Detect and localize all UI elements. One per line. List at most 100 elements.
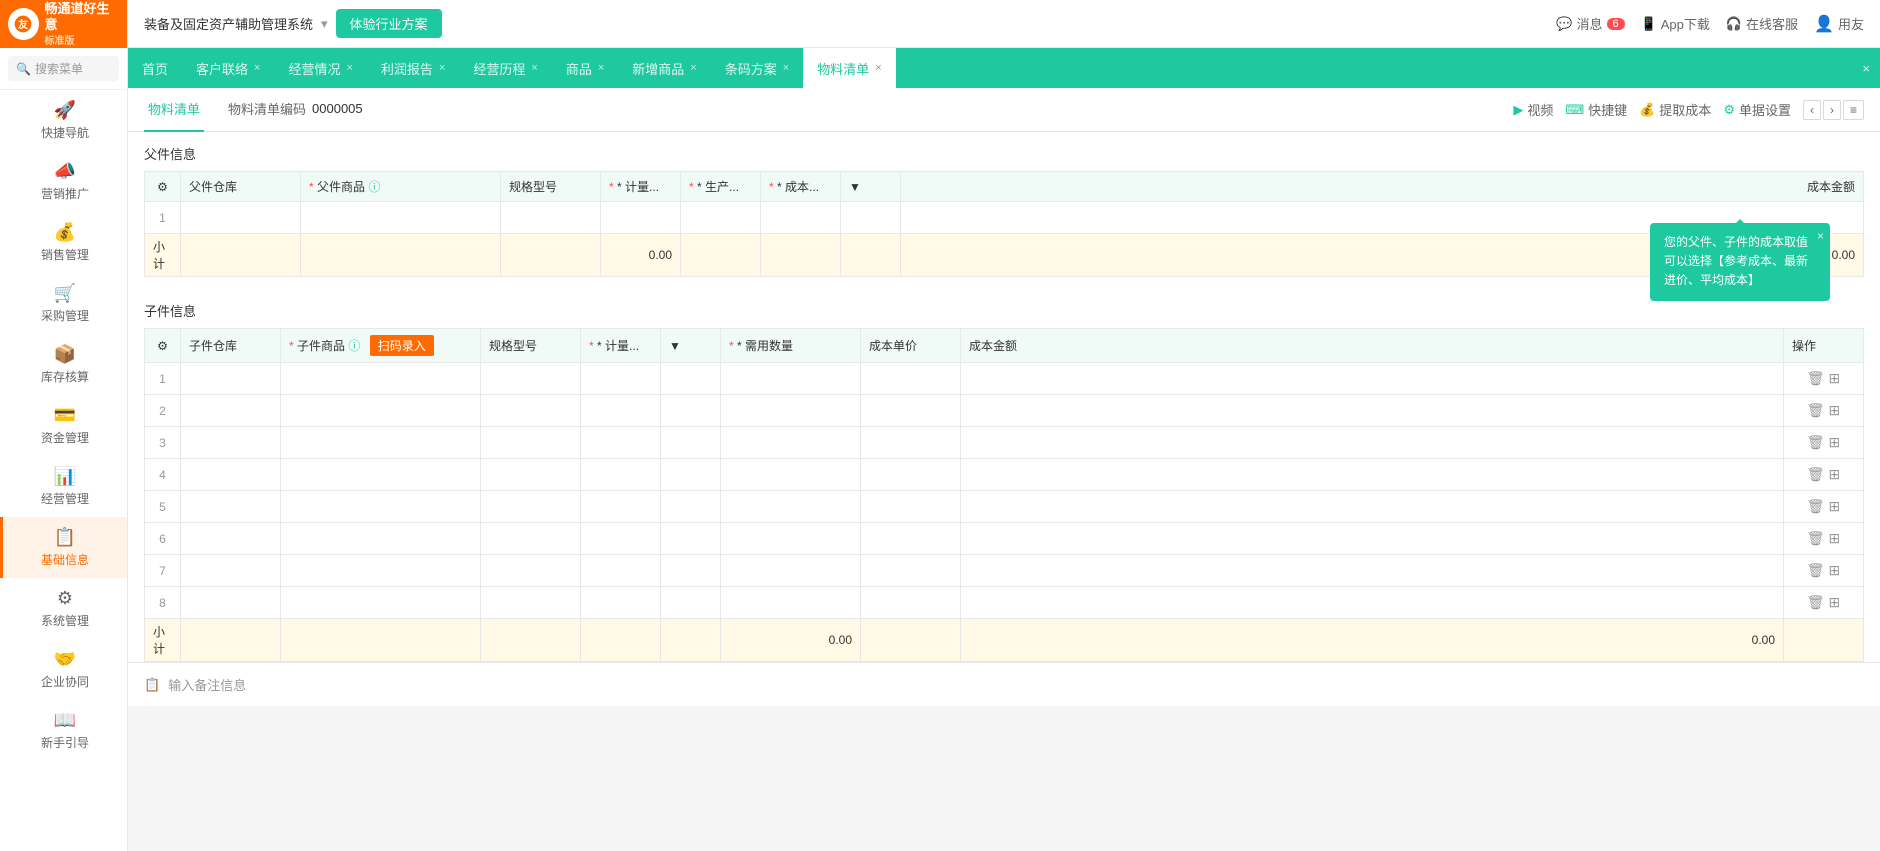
child-row-price[interactable] (861, 363, 961, 395)
child-row-unit[interactable] (581, 427, 661, 459)
tooltip-close-button[interactable]: × (1817, 227, 1824, 246)
child-row-spec[interactable] (481, 555, 581, 587)
child-row-qty[interactable] (721, 427, 861, 459)
child-row-qty[interactable] (721, 555, 861, 587)
child-row-product[interactable] (281, 395, 481, 427)
settings-action[interactable]: ⚙ 单据设置 (1723, 100, 1791, 119)
parent-row-unit[interactable] (601, 202, 681, 234)
child-row-product[interactable] (281, 427, 481, 459)
child-row-unit[interactable] (581, 363, 661, 395)
child-row-spec[interactable] (481, 523, 581, 555)
child-row-spec[interactable] (481, 491, 581, 523)
delete-row-button[interactable]: 🗑 (1807, 530, 1825, 547)
message-button[interactable]: 💬 消息 6 (1556, 14, 1624, 33)
sidebar-item-finance[interactable]: 💳 资金管理 (0, 395, 127, 456)
tab-home[interactable]: 首页 (128, 48, 182, 88)
trial-button[interactable]: 体验行业方案 (336, 9, 442, 38)
copy-row-button[interactable]: ⊞ (1829, 466, 1841, 483)
child-th-settings[interactable]: ⚙ (145, 329, 181, 363)
delete-row-button[interactable]: 🗑 (1807, 562, 1825, 579)
child-row-qty[interactable] (721, 491, 861, 523)
sidebar-item-system[interactable]: ⚙ 系统管理 (0, 578, 127, 639)
parent-row-cost[interactable] (761, 202, 841, 234)
sidebar-item-quicknav[interactable]: 🚀 快捷导航 (0, 90, 127, 151)
child-row-qty[interactable] (721, 523, 861, 555)
tab-barcode[interactable]: 条码方案 × (711, 48, 803, 88)
parent-row-produce[interactable] (681, 202, 761, 234)
sidebar-item-operations[interactable]: 📊 经营管理 (0, 456, 127, 517)
sidebar-item-sales[interactable]: 💰 销售管理 (0, 212, 127, 273)
copy-row-button[interactable]: ⊞ (1829, 402, 1841, 419)
child-row-warehouse[interactable] (181, 459, 281, 491)
child-row-unit[interactable] (581, 523, 661, 555)
child-row-qty[interactable] (721, 395, 861, 427)
parent-th-settings[interactable]: ⚙ (145, 172, 181, 202)
child-row-qty[interactable] (721, 363, 861, 395)
sidebar-item-cooperation[interactable]: 🤝 企业协同 (0, 639, 127, 700)
parent-row-spec[interactable] (501, 202, 601, 234)
copy-row-button[interactable]: ⊞ (1829, 434, 1841, 451)
delete-row-button[interactable]: 🗑 (1807, 594, 1825, 611)
delete-row-button[interactable]: 🗑 (1807, 402, 1825, 419)
online-service-button[interactable]: 🎧 在线客服 (1726, 14, 1798, 33)
child-row-qty[interactable] (721, 459, 861, 491)
child-row-unit[interactable] (581, 395, 661, 427)
menu-button[interactable]: ≡ (1843, 100, 1864, 120)
child-row-spec[interactable] (481, 395, 581, 427)
child-row-price[interactable] (861, 555, 961, 587)
tab-bomlist[interactable]: 物料清单 × (803, 48, 895, 88)
child-row-price[interactable] (861, 459, 961, 491)
tab-profit[interactable]: 利润报告 × (367, 48, 459, 88)
child-row-spec[interactable] (481, 459, 581, 491)
tab-bizstatus[interactable]: 经营情况 × (274, 48, 366, 88)
tab-bizstatus-close-icon[interactable]: × (346, 62, 352, 74)
sidebar-item-purchase[interactable]: 🛒 采购管理 (0, 273, 127, 334)
child-row-unit[interactable] (581, 459, 661, 491)
child-row-price[interactable] (861, 491, 961, 523)
child-row-warehouse[interactable] (181, 427, 281, 459)
prev-page-button[interactable]: ‹ (1803, 100, 1821, 120)
copy-row-button[interactable]: ⊞ (1829, 370, 1841, 387)
next-page-button[interactable]: › (1823, 100, 1841, 120)
copy-row-button[interactable]: ⊞ (1829, 594, 1841, 611)
delete-row-button[interactable]: 🗑 (1807, 466, 1825, 483)
child-row-warehouse[interactable] (181, 555, 281, 587)
child-row-warehouse[interactable] (181, 363, 281, 395)
copy-row-button[interactable]: ⊞ (1829, 498, 1841, 515)
close-all-tabs-button[interactable]: × (1852, 48, 1880, 88)
sidebar-item-marketing[interactable]: 📣 营销推广 (0, 151, 127, 212)
child-th-extra[interactable]: ▼ (661, 329, 721, 363)
delete-row-button[interactable]: 🗑 (1807, 370, 1825, 387)
parent-th-extra[interactable]: ▼ (841, 172, 901, 202)
child-row-spec[interactable] (481, 587, 581, 619)
subtab-bomlist[interactable]: 物料清单 (144, 88, 204, 132)
child-row-spec[interactable] (481, 363, 581, 395)
child-row-warehouse[interactable] (181, 523, 281, 555)
cost-action[interactable]: 💰 提取成本 (1639, 100, 1711, 119)
delete-row-button[interactable]: 🗑 (1807, 434, 1825, 451)
search-menu-area[interactable]: 🔍 搜索菜单 (0, 48, 127, 90)
tab-newproduct-close-icon[interactable]: × (690, 62, 696, 74)
tab-product-close-icon[interactable]: × (598, 62, 604, 74)
tab-bizhistory[interactable]: 经营历程 × (459, 48, 551, 88)
tab-newproduct[interactable]: 新增商品 × (618, 48, 710, 88)
child-row-price[interactable] (861, 427, 961, 459)
video-action[interactable]: ▶ 视频 (1513, 100, 1553, 119)
child-row-unit[interactable] (581, 587, 661, 619)
child-row-product[interactable] (281, 555, 481, 587)
child-row-price[interactable] (861, 395, 961, 427)
sidebar-item-inventory[interactable]: 📦 库存核算 (0, 334, 127, 395)
app-download-button[interactable]: 📱 App下载 (1641, 14, 1710, 33)
child-row-warehouse[interactable] (181, 587, 281, 619)
child-row-qty[interactable] (721, 587, 861, 619)
child-row-warehouse[interactable] (181, 491, 281, 523)
subtab-bomcode[interactable]: 物料清单编码 0000005 (224, 88, 367, 132)
tab-profit-close-icon[interactable]: × (439, 62, 445, 74)
child-row-product[interactable] (281, 363, 481, 395)
parent-row-warehouse[interactable] (181, 202, 301, 234)
tab-barcode-close-icon[interactable]: × (783, 62, 789, 74)
child-row-unit[interactable] (581, 555, 661, 587)
tab-bomlist-close-icon[interactable]: × (875, 62, 881, 74)
scan-input-button[interactable]: 扫码录入 (370, 335, 434, 356)
tab-customer[interactable]: 客户联络 × (182, 48, 274, 88)
